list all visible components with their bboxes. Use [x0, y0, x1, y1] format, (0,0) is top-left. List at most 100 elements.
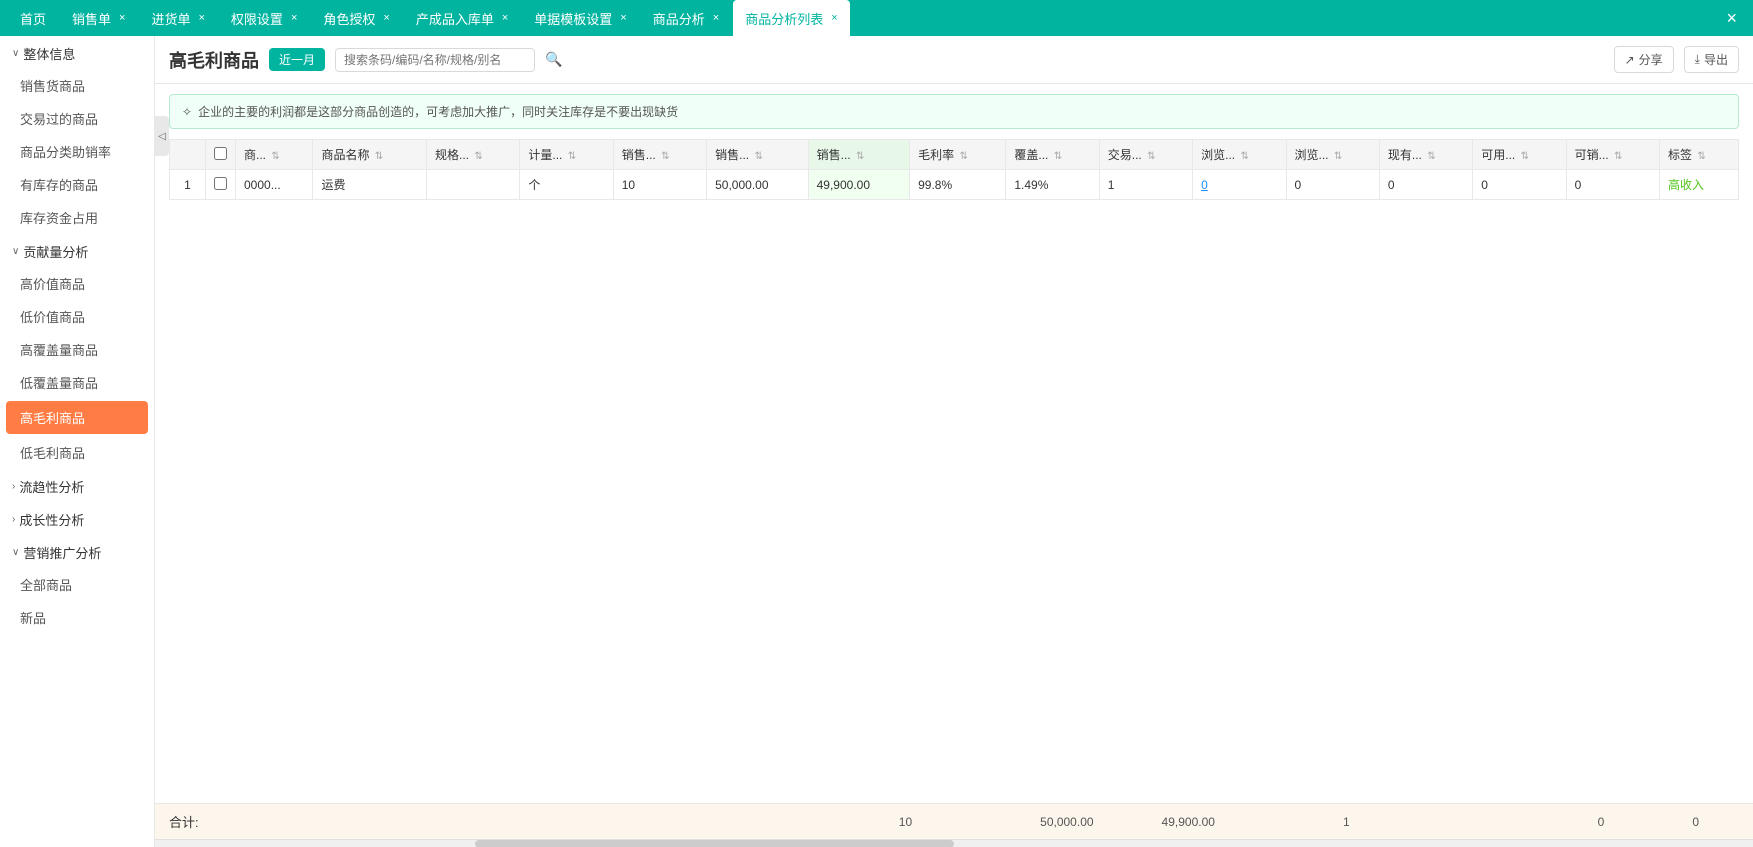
footer-current-stock: 0	[1598, 815, 1605, 829]
cell-margin-rate: 99.8%	[910, 170, 1006, 200]
cell-sale-cost: 49,900.00	[808, 170, 910, 200]
cell-trade: 1	[1099, 170, 1192, 200]
page-title: 高毛利商品	[169, 47, 259, 73]
col-available[interactable]: 可用... ⇅	[1473, 140, 1566, 170]
chevron-down-icon-3: ∨	[12, 547, 19, 558]
sidebar: ∨ 整体信息 销售货商品 交易过的商品 商品分类助销率 有库存的商品 库存资金占…	[0, 36, 155, 847]
content-header: 高毛利商品 近一月 🔍 ↗ 分享 ⤓ 导出	[155, 36, 1753, 84]
sidebar-item-low-value[interactable]: 低价值商品	[0, 300, 154, 333]
main-content: 高毛利商品 近一月 🔍 ↗ 分享 ⤓ 导出 ✧ 企业的主要的利润都是这部分商品创…	[155, 36, 1753, 847]
chevron-right-icon: ›	[12, 481, 15, 492]
cell-sellable: 0	[1566, 170, 1659, 200]
nav-permission-close[interactable]: ×	[291, 12, 297, 24]
nav-product-analysis-close[interactable]: ×	[713, 12, 719, 24]
sidebar-item-all-goods[interactable]: 全部商品	[0, 568, 154, 601]
table-row[interactable]: 1 0000... 运费 个 10 50,000.00 49,900.00 99…	[170, 170, 1739, 200]
sort-icon-margin-rate: ⇅	[959, 151, 967, 162]
sidebar-item-traded-goods[interactable]: 交易过的商品	[0, 102, 154, 135]
col-sale-qty[interactable]: 销售... ⇅	[613, 140, 706, 170]
sidebar-item-in-stock[interactable]: 有库存的商品	[0, 168, 154, 201]
search-button[interactable]: 🔍	[545, 51, 562, 68]
sort-icon-sale-qty: ⇅	[661, 151, 669, 162]
sidebar-group-growth[interactable]: › 成长性分析	[0, 502, 154, 535]
nav-product-entry[interactable]: 产成品入库单 ×	[404, 0, 520, 36]
sidebar-group-overall[interactable]: ∨ 整体信息	[0, 36, 154, 69]
col-tag[interactable]: 标签 ⇅	[1660, 140, 1739, 170]
sidebar-group-marketing[interactable]: ∨ 营销推广分析	[0, 535, 154, 568]
select-all-checkbox[interactable]	[214, 147, 227, 160]
cell-spec	[427, 170, 520, 200]
col-spec[interactable]: 规格... ⇅	[427, 140, 520, 170]
nav-template[interactable]: 单据模板设置 ×	[522, 0, 638, 36]
cell-browse1[interactable]: 0	[1193, 170, 1286, 200]
scrollbar-thumb[interactable]	[475, 840, 954, 847]
col-code[interactable]: 商... ⇅	[236, 140, 313, 170]
col-current-stock[interactable]: 现有... ⇅	[1379, 140, 1472, 170]
footer-bar: 合计: 10 50,000.00 49,900.00 1 0 0	[155, 803, 1753, 839]
footer-label: 合计:	[169, 812, 199, 831]
col-coverage[interactable]: 覆盖... ⇅	[1006, 140, 1099, 170]
nav-product-analysis-list[interactable]: 商品分析列表 ×	[733, 0, 849, 36]
sidebar-group-trend[interactable]: › 流趋性分析	[0, 469, 154, 502]
sidebar-collapse-button[interactable]: ◁	[155, 116, 169, 156]
cell-unit: 个	[520, 170, 613, 200]
sidebar-item-high-coverage[interactable]: 高覆盖量商品	[0, 333, 154, 366]
share-button[interactable]: ↗ 分享	[1614, 46, 1674, 73]
share-icon: ↗	[1625, 53, 1635, 67]
sort-icon-spec: ⇅	[474, 151, 482, 162]
nav-permission[interactable]: 权限设置 ×	[219, 0, 309, 36]
nav-purchase-close[interactable]: ×	[198, 12, 204, 24]
export-button[interactable]: ⤓ 导出	[1684, 46, 1739, 73]
nav-sales[interactable]: 销售单 ×	[60, 0, 137, 36]
col-margin-rate[interactable]: 毛利率 ⇅	[910, 140, 1006, 170]
cell-check[interactable]	[206, 170, 236, 200]
sidebar-item-new-goods[interactable]: 新品	[0, 601, 154, 634]
horizontal-scrollbar[interactable]	[155, 839, 1753, 847]
export-icon: ⤓	[1695, 52, 1700, 67]
sidebar-item-low-coverage[interactable]: 低覆盖量商品	[0, 366, 154, 399]
nav-product-analysis[interactable]: 商品分析 ×	[641, 0, 731, 36]
sort-icon-sale-cost: ⇅	[856, 151, 864, 162]
col-sale-cost[interactable]: 销售... ⇅	[808, 140, 910, 170]
cell-tag: 高收入	[1660, 170, 1739, 200]
cell-sale-amt: 50,000.00	[707, 170, 809, 200]
nav-home[interactable]: 首页	[8, 0, 58, 36]
browse1-link[interactable]: 0	[1201, 178, 1208, 192]
col-sellable[interactable]: 可销... ⇅	[1566, 140, 1659, 170]
nav-role-close[interactable]: ×	[383, 12, 389, 24]
col-name[interactable]: 商品名称 ⇅	[313, 140, 427, 170]
sort-icon-code: ⇅	[271, 151, 279, 162]
sidebar-group-contribution[interactable]: ∨ 贡献量分析	[0, 234, 154, 267]
nav-purchase[interactable]: 进货单 ×	[139, 0, 216, 36]
nav-sales-close[interactable]: ×	[119, 12, 125, 24]
chevron-right-icon-2: ›	[12, 514, 15, 525]
nav-product-analysis-list-close[interactable]: ×	[831, 12, 837, 24]
row-checkbox[interactable]	[214, 177, 227, 190]
sort-icon-browse2: ⇅	[1334, 151, 1342, 162]
sidebar-item-stock-capital[interactable]: 库存资金占用	[0, 201, 154, 234]
col-trade[interactable]: 交易... ⇅	[1099, 140, 1192, 170]
sidebar-item-category-rate[interactable]: 商品分类助销率	[0, 135, 154, 168]
col-browse1[interactable]: 浏览... ⇅	[1193, 140, 1286, 170]
sidebar-item-high-margin[interactable]: 高毛利商品	[6, 401, 148, 434]
sort-icon-sellable: ⇅	[1614, 151, 1622, 162]
time-filter-button[interactable]: 近一月	[269, 48, 325, 71]
cell-sale-qty: 10	[613, 170, 706, 200]
sort-icon-browse1: ⇅	[1240, 151, 1248, 162]
col-check[interactable]	[206, 140, 236, 170]
sidebar-item-sales-goods[interactable]: 销售货商品	[0, 69, 154, 102]
nav-role[interactable]: 角色授权 ×	[311, 0, 401, 36]
data-table: 商... ⇅ 商品名称 ⇅ 规格... ⇅ 计量...	[169, 139, 1739, 200]
nav-template-close[interactable]: ×	[620, 12, 626, 24]
tag-high-income: 高收入	[1668, 178, 1704, 192]
search-input[interactable]	[335, 48, 535, 72]
footer-sale-amt: 50,000.00	[1040, 815, 1093, 829]
footer-sale-qty: 10	[899, 815, 912, 829]
col-sale-amt[interactable]: 销售... ⇅	[707, 140, 809, 170]
sidebar-item-high-value[interactable]: 高价值商品	[0, 267, 154, 300]
window-close-button[interactable]: ×	[1718, 8, 1745, 29]
sidebar-item-low-margin[interactable]: 低毛利商品	[0, 436, 154, 469]
col-browse2[interactable]: 浏览... ⇅	[1286, 140, 1379, 170]
nav-product-entry-close[interactable]: ×	[502, 12, 508, 24]
col-unit[interactable]: 计量... ⇅	[520, 140, 613, 170]
